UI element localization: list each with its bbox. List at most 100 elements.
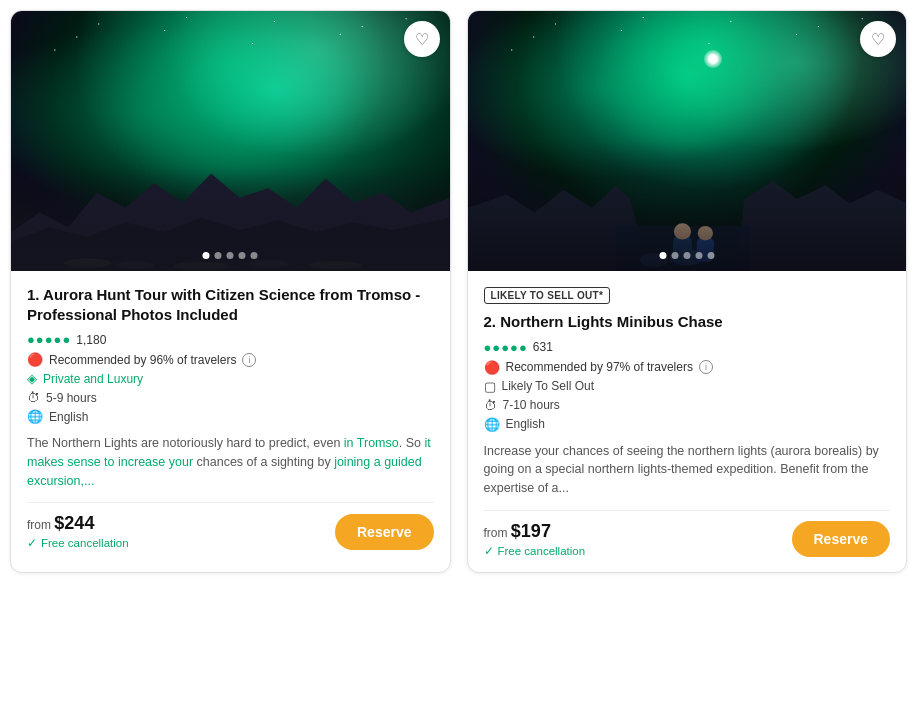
dot-2-5[interactable] xyxy=(707,252,714,259)
card-2-favorite-button[interactable]: ♡ xyxy=(860,21,896,57)
globe-icon-1: 🌐 xyxy=(27,409,43,424)
card-2-reserve-button[interactable]: Reserve xyxy=(792,521,891,557)
star-1: ● xyxy=(27,332,35,347)
card-1: ♡ 1. Aurora Hunt Tour with Citizen Scien… xyxy=(10,10,451,573)
svg-marker-8 xyxy=(734,181,906,271)
svg-marker-1 xyxy=(11,217,450,271)
heart-icon: ♡ xyxy=(415,30,429,49)
card-1-title: 1. Aurora Hunt Tour with Citizen Science… xyxy=(27,285,434,324)
dot-1[interactable] xyxy=(203,252,210,259)
dot-5[interactable] xyxy=(251,252,258,259)
card-2-recommended-text: Recommended by 97% of travelers xyxy=(506,360,693,374)
card-2-language-row: 🌐 English xyxy=(484,417,891,432)
star-2-2: ● xyxy=(492,340,500,355)
tromso-link[interactable]: in Tromso xyxy=(344,436,399,450)
free-cancel-icon-2: ✓ xyxy=(484,544,494,558)
clock-icon-1: ⏱ xyxy=(27,390,40,405)
card-2-price-info: from $197 ✓ Free cancellation xyxy=(484,521,586,558)
card-1-recommended-row: 🔴 Recommended by 96% of travelers i xyxy=(27,352,434,367)
card-1-description: The Northern Lights are notoriously hard… xyxy=(27,434,434,490)
card-2-description: Increase your chances of seeing the nort… xyxy=(484,442,891,498)
card-2-price-amount: $197 xyxy=(511,521,551,541)
star-2-1: ● xyxy=(484,340,492,355)
card-2-review-count: 631 xyxy=(533,340,553,354)
dot-2-3[interactable] xyxy=(683,252,690,259)
svg-point-6 xyxy=(308,261,361,269)
card-2-aurora-bg xyxy=(468,11,907,271)
stars-decoration xyxy=(11,11,450,141)
moon-decoration xyxy=(704,50,722,68)
free-cancel-icon-1: ✓ xyxy=(27,536,37,550)
card-1-body: 1. Aurora Hunt Tour with Citizen Science… xyxy=(11,271,450,564)
svg-point-4 xyxy=(173,262,230,270)
card-1-price-from: from $244 xyxy=(27,513,129,534)
star-2: ● xyxy=(36,332,44,347)
card-1-rating-row: ● ● ● ● ● 1,180 xyxy=(27,332,434,347)
card-2-title: 2. Northern Lights Minibus Chase xyxy=(484,312,891,332)
card-1-review-count: 1,180 xyxy=(76,333,106,347)
card-2-body: LIKELY TO SELL OUT* 2. Northern Lights M… xyxy=(468,271,907,572)
card-1-favorite-button[interactable]: ♡ xyxy=(404,21,440,57)
card-1-image: ♡ xyxy=(11,11,450,271)
globe-icon-2: 🌐 xyxy=(484,417,500,432)
card-2-stars: ● ● ● ● ● xyxy=(484,340,527,355)
star-3: ● xyxy=(45,332,53,347)
card-1-price-info: from $244 ✓ Free cancellation xyxy=(27,513,129,550)
card-1-language-row: 🌐 English xyxy=(27,409,434,424)
svg-point-15 xyxy=(697,226,712,240)
card-1-recommended-text: Recommended by 96% of travelers xyxy=(49,353,236,367)
dot-2-1[interactable] xyxy=(659,252,666,259)
card-1-divider xyxy=(27,502,434,503)
card-1-price-amount: $244 xyxy=(54,513,94,533)
clock-icon-2: ⏱ xyxy=(484,398,497,413)
dot-3[interactable] xyxy=(227,252,234,259)
heart-icon-2: ♡ xyxy=(871,30,885,49)
recommended-badge-icon-2: 🔴 xyxy=(484,360,500,375)
card-2-sell-out: Likely To Sell Out xyxy=(502,379,595,393)
card-1-reserve-button[interactable]: Reserve xyxy=(335,514,434,550)
card-1-language: English xyxy=(49,410,88,424)
card-1-duration: 5-9 hours xyxy=(46,391,97,405)
dot-4[interactable] xyxy=(239,252,246,259)
svg-point-3 xyxy=(116,261,154,269)
card-1-free-cancel: ✓ Free cancellation xyxy=(27,536,129,550)
card-2-duration: 7-10 hours xyxy=(503,398,560,412)
cards-container: ♡ 1. Aurora Hunt Tour with Citizen Scien… xyxy=(10,10,907,573)
card-1-category: Private and Luxury xyxy=(43,372,143,386)
diamond-icon: ◈ xyxy=(27,371,37,386)
dot-2[interactable] xyxy=(215,252,222,259)
svg-rect-9 xyxy=(615,226,748,271)
recommended-info-icon[interactable]: i xyxy=(242,353,256,367)
card-1-carousel-dots xyxy=(203,252,258,259)
card-2-price-from: from $197 xyxy=(484,521,586,542)
dot-2-2[interactable] xyxy=(671,252,678,259)
sellout-icon: ▢ xyxy=(484,379,496,394)
star-5: ● xyxy=(62,332,70,347)
card-1-duration-row: ⏱ 5-9 hours xyxy=(27,390,434,405)
stars-decoration-2 xyxy=(468,11,907,141)
card-2-sellout-row: ▢ Likely To Sell Out xyxy=(484,379,891,394)
card-2-rating-row: ● ● ● ● ● 631 xyxy=(484,340,891,355)
dot-2-4[interactable] xyxy=(695,252,702,259)
card-2-carousel-dots xyxy=(659,252,714,259)
svg-point-2 xyxy=(63,258,111,268)
card-1-aurora-bg xyxy=(11,11,450,271)
svg-point-13 xyxy=(673,223,690,239)
star-4: ● xyxy=(54,332,62,347)
card-2-free-cancel: ✓ Free cancellation xyxy=(484,544,586,558)
card-2-duration-row: ⏱ 7-10 hours xyxy=(484,398,891,413)
card-2-image: ♡ xyxy=(468,11,907,271)
sell-out-badge: LIKELY TO SELL OUT* xyxy=(484,287,611,304)
recommended-badge-icon: 🔴 xyxy=(27,352,43,367)
card-2: ♡ LIKELY TO SELL OUT* 2. Northern Lights… xyxy=(467,10,908,573)
recommended-info-icon-2[interactable]: i xyxy=(699,360,713,374)
card-2-price-row: from $197 ✓ Free cancellation Reserve xyxy=(484,521,891,558)
card-1-category-row: ◈ Private and Luxury xyxy=(27,371,434,386)
svg-marker-7 xyxy=(468,186,649,272)
card-2-recommended-row: 🔴 Recommended by 97% of travelers i xyxy=(484,360,891,375)
card-1-stars: ● ● ● ● ● xyxy=(27,332,70,347)
star-2-4: ● xyxy=(510,340,518,355)
card-2-language: English xyxy=(506,417,545,431)
star-2-5: ● xyxy=(519,340,527,355)
star-2-3: ● xyxy=(501,340,509,355)
